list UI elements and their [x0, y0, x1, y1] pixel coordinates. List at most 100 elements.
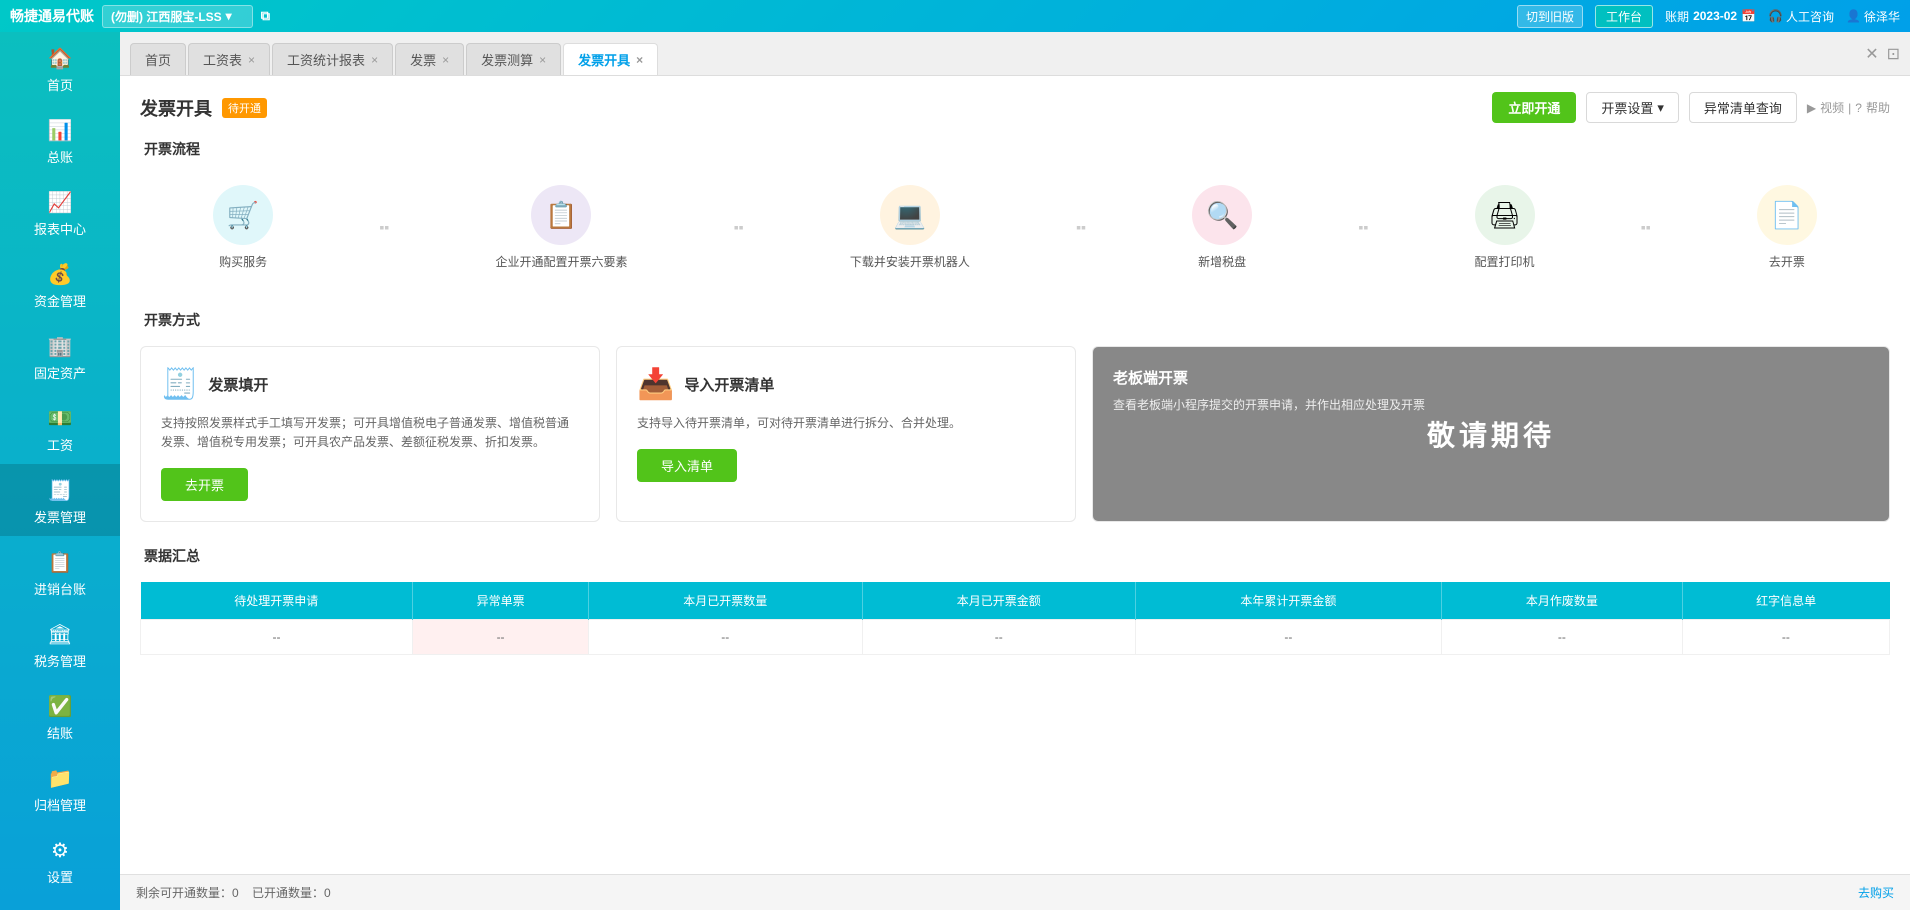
col-void-count: 本月作废数量 — [1441, 582, 1682, 620]
sidebar-item-purchase[interactable]: 📋 进销台账 — [0, 536, 120, 608]
coming-soon-text: 敬请期待 — [1427, 414, 1555, 454]
sidebar-item-tax[interactable]: 🏛 税务管理 — [0, 608, 120, 680]
reports-icon: 📈 — [48, 190, 73, 215]
process-step-config[interactable]: 📋 企业开通配置开票六要素 — [495, 185, 627, 270]
tab-invoice-calc[interactable]: 发票测算 × — [466, 43, 561, 75]
restore-icon[interactable]: ⊡ — [1887, 44, 1900, 64]
top-bar: 畅捷通易代账 (勿删) 江西服宝-LSS ▾ ⧉ 切到旧版 工作台 账期 202… — [0, 0, 1910, 32]
tab-home[interactable]: 首页 — [130, 43, 186, 75]
process-step-download[interactable]: 💻 下载并安装开票机器人 — [850, 185, 970, 270]
close-all-icon[interactable]: ✕ — [1865, 44, 1878, 64]
purchase-link[interactable]: 去购买 — [1858, 884, 1894, 901]
sidebar-item-settings-label: 设置 — [47, 867, 73, 886]
sidebar-item-archive-label: 归档管理 — [34, 795, 86, 814]
process-section: 开票流程 🛒 购买服务 ⬝⬝ 📋 企业开通配置开票六要素 — [140, 139, 1890, 280]
headset-icon: 🎧 — [1768, 9, 1783, 23]
import-card-icon: 📥 — [637, 367, 674, 402]
sidebar-item-assets-label: 固定资产 — [34, 363, 86, 382]
settings-btn[interactable]: 开票设置 ▾ — [1586, 92, 1679, 123]
process-step-printer[interactable]: 🖨 配置打印机 — [1475, 185, 1535, 270]
tab-invoice-calc-close[interactable]: × — [539, 53, 546, 67]
tab-invoice-issue-label: 发票开具 — [578, 50, 630, 69]
view-help-group: ▶ 视频 | ? 帮助 — [1807, 99, 1890, 116]
app-logo: 畅捷通易代账 — [10, 6, 94, 26]
customer-service[interactable]: 🎧 人工咨询 — [1768, 8, 1834, 25]
user-avatar[interactable]: 👤 徐泽华 — [1846, 8, 1900, 25]
bottom-info: 剩余可开通数量：0 已开通数量：0 — [136, 884, 331, 901]
sidebar-item-ledger[interactable]: 📊 总账 — [0, 104, 120, 176]
top-bar-left: 畅捷通易代账 (勿删) 江西服宝-LSS ▾ ⧉ — [10, 5, 270, 28]
tab-payroll[interactable]: 工资表 × — [188, 43, 270, 75]
col-yearly-amount: 本年累计开票金额 — [1135, 582, 1441, 620]
summary-header-row: 待处理开票申请 异常单票 本月已开票数量 本月已开票金额 本年累计开票金额 本月… — [141, 582, 1890, 620]
import-invoice-btn[interactable]: 导入清单 — [637, 449, 737, 482]
process-section-title: 开票流程 — [140, 139, 1890, 159]
import-card-desc: 支持导入待开票清单，可对待开票清单进行拆分、合并处理。 — [637, 414, 1055, 433]
sidebar-item-ledger-label: 总账 — [47, 147, 73, 166]
method-cards: 🧾 发票填开 支持按照发票样式手工填写开发票；可开具增值税电子普通发票、增值税普… — [140, 346, 1890, 522]
sidebar-item-settings[interactable]: ⚙ 设置 — [0, 824, 120, 896]
tab-payroll-close[interactable]: × — [248, 53, 255, 67]
tab-home-label: 首页 — [145, 50, 171, 69]
header-actions: 立即开通 开票设置 ▾ 异常清单查询 ▶ 视频 | ? 帮助 — [1492, 92, 1890, 123]
sidebar-item-reports[interactable]: 📈 报表中心 — [0, 176, 120, 248]
tab-payroll-report-label: 工资统计报表 — [287, 50, 365, 69]
fill-card-header: 🧾 发票填开 — [161, 367, 579, 402]
workspace-btn[interactable]: 工作台 — [1595, 5, 1653, 28]
immediate-open-btn[interactable]: 立即开通 — [1492, 92, 1576, 123]
sidebar-item-assets[interactable]: 🏢 固定资产 — [0, 320, 120, 392]
sidebar-item-funds[interactable]: 💰 资金管理 — [0, 248, 120, 320]
tab-invoice[interactable]: 发票 × — [395, 43, 464, 75]
tab-payroll-report-close[interactable]: × — [371, 53, 378, 67]
avatar-icon: 👤 — [1846, 9, 1861, 23]
sidebar-item-guide[interactable]: 🎯 新手引导 — [0, 896, 120, 910]
switch-old-btn[interactable]: 切到旧版 — [1517, 5, 1583, 28]
settings-icon: ⚙ — [51, 838, 69, 863]
copy-icon[interactable]: ⧉ — [261, 8, 270, 24]
process-step-issue[interactable]: 📄 去开票 — [1757, 185, 1817, 270]
process-step-buy[interactable]: 🛒 购买服务 — [213, 185, 273, 270]
sidebar-item-closing-label: 结账 — [47, 723, 73, 742]
summary-section: 票据汇总 待处理开票申请 异常单票 本月已开票数量 本月已开票金额 本年累计开票… — [140, 546, 1890, 655]
val-monthly-count: -- — [589, 620, 862, 655]
summary-section-title: 票据汇总 — [140, 546, 1890, 566]
sidebar-item-payroll[interactable]: 💵 工资 — [0, 392, 120, 464]
calendar-icon[interactable]: 📅 — [1741, 9, 1756, 23]
tab-invoice-close[interactable]: × — [442, 53, 449, 67]
taxdisk-step-label: 新增税盘 — [1198, 253, 1246, 270]
period-label: 账期 — [1665, 8, 1689, 25]
import-card-header: 📥 导入开票清单 — [637, 367, 1055, 402]
sidebar-item-archive[interactable]: 📁 归档管理 — [0, 752, 120, 824]
sidebar-item-reports-label: 报表中心 — [34, 219, 86, 238]
sidebar-item-closing[interactable]: ✅ 结账 — [0, 680, 120, 752]
download-step-icon: 💻 — [880, 185, 940, 245]
col-pending: 待处理开票申请 — [141, 582, 413, 620]
page-header: 发票开具 待开通 立即开通 开票设置 ▾ 异常清单查询 ▶ 视频 | ? — [140, 92, 1890, 123]
tab-payroll-label: 工资表 — [203, 50, 242, 69]
config-step-label: 企业开通配置开票六要素 — [495, 253, 627, 270]
sidebar-item-home[interactable]: 🏠 首页 — [0, 32, 120, 104]
fill-invoice-btn[interactable]: 去开票 — [161, 468, 248, 501]
col-monthly-count: 本月已开票数量 — [589, 582, 862, 620]
process-steps: 🛒 购买服务 ⬝⬝ 📋 企业开通配置开票六要素 ⬝⬝ — [140, 175, 1890, 280]
purchase-icon: 📋 — [48, 550, 73, 575]
fill-card-icon: 🧾 — [161, 367, 198, 402]
abnormal-list-btn[interactable]: 异常清单查询 — [1689, 92, 1797, 123]
page-title: 发票开具 — [140, 95, 212, 121]
tab-invoice-issue[interactable]: 发票开具 × — [563, 43, 658, 75]
page-content: 发票开具 待开通 立即开通 开票设置 ▾ 异常清单查询 ▶ 视频 | ? — [120, 76, 1910, 874]
tab-payroll-report[interactable]: 工资统计报表 × — [272, 43, 393, 75]
sidebar: 🏠 首页 📊 总账 📈 报表中心 💰 资金管理 🏢 固定资产 💵 工资 🧾 发票… — [0, 32, 120, 910]
buy-step-label: 购买服务 — [219, 253, 267, 270]
val-red-info: -- — [1682, 620, 1889, 655]
printer-step-icon: 🖨 — [1475, 185, 1535, 245]
arrow-1: ⬝⬝ — [379, 217, 389, 238]
company-label: (勿删) 江西服宝-LSS — [111, 8, 222, 25]
tab-invoice-issue-close[interactable]: × — [636, 53, 643, 67]
printer-step-label: 配置打印机 — [1475, 253, 1535, 270]
process-step-taxdisk[interactable]: 🔍 新增税盘 — [1192, 185, 1252, 270]
sidebar-item-invoice[interactable]: 🧾 发票管理 — [0, 464, 120, 536]
settings-dropdown-icon: ▾ — [1657, 100, 1664, 116]
company-selector[interactable]: (勿删) 江西服宝-LSS ▾ — [102, 5, 253, 28]
archive-icon: 📁 — [48, 766, 73, 791]
